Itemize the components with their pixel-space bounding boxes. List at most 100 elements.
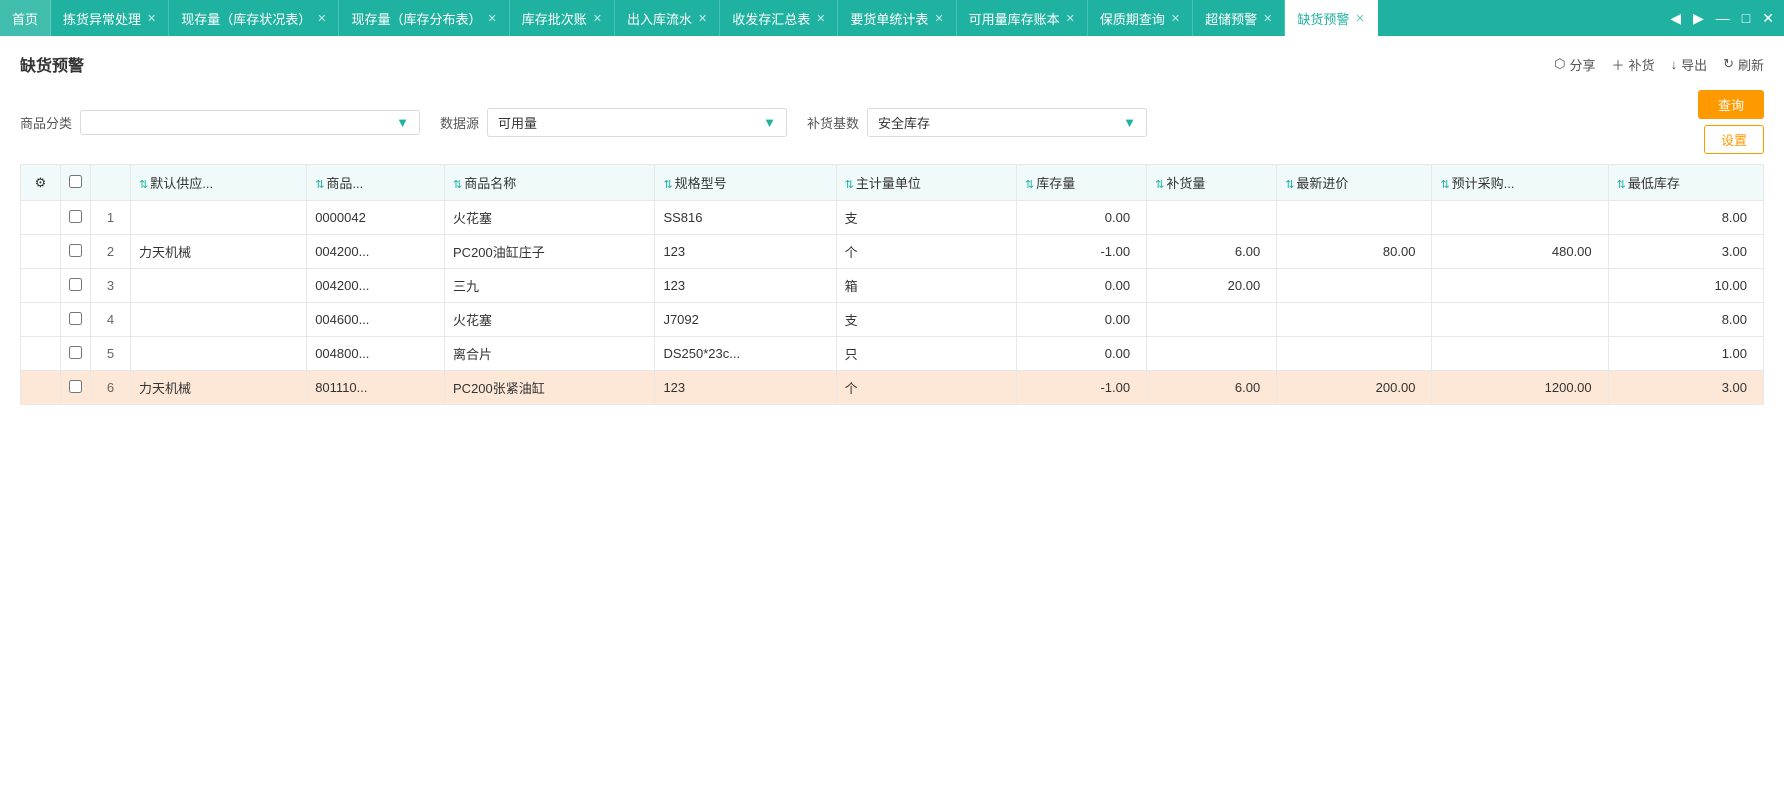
datasource-filter-group: 数据源 可用量 ▼: [440, 108, 787, 137]
close-window-button[interactable]: ✕: [1756, 8, 1780, 29]
row-cb-4[interactable]: [69, 346, 82, 359]
tab-stock-dist[interactable]: 现存量（库存分布表） ✕: [339, 0, 509, 36]
row-name-0: 火花塞: [445, 201, 655, 235]
minimize-button[interactable]: —: [1710, 8, 1736, 28]
th-code: ⇅商品...: [307, 165, 445, 201]
table-row: 4004600...火花塞J7092支0.008.00: [21, 303, 1764, 337]
spec-sort-icon: ⇅: [663, 179, 672, 191]
row-checkbox-4[interactable]: [61, 337, 91, 371]
tab-collect[interactable]: 收发存汇总表 ✕: [720, 0, 838, 36]
datasource-select[interactable]: 可用量 ▼: [487, 108, 787, 137]
row-checkbox-2[interactable]: [61, 269, 91, 303]
tab-shortage[interactable]: 缺货预警 ✕: [1285, 0, 1377, 36]
basis-select[interactable]: 安全库存 ▼: [867, 108, 1147, 137]
replenish-sort-icon: ⇅: [1155, 179, 1164, 191]
close-tab-icon-requisition[interactable]: ✕: [934, 12, 943, 25]
row-spec-2: 123: [655, 269, 836, 303]
row-latest-price-3: [1277, 303, 1432, 337]
row-est-purchase-3: [1432, 303, 1608, 337]
row-est-purchase-1: 480.00: [1432, 235, 1608, 269]
tab-bar: 首页拣货异常处理 ✕现存量（库存状况表） ✕现存量（库存分布表） ✕库存批次账 …: [0, 0, 1784, 36]
basis-dropdown-icon: ▼: [1123, 115, 1136, 130]
category-select[interactable]: ▼: [80, 110, 420, 135]
row-checkbox-3[interactable]: [61, 303, 91, 337]
th-stock: ⇅库存量: [1017, 165, 1147, 201]
tab-prev-button[interactable]: ◀: [1664, 8, 1687, 29]
row-cb-2[interactable]: [69, 278, 82, 291]
tab-nav-buttons: ◀ ▶ — □ ✕: [1660, 8, 1784, 29]
close-tab-icon-overstock[interactable]: ✕: [1263, 12, 1272, 25]
tab-inout[interactable]: 出入库流水 ✕: [615, 0, 720, 36]
row-unit-4: 只: [836, 337, 1016, 371]
close-tab-icon-inout[interactable]: ✕: [698, 12, 707, 25]
settings-button[interactable]: 设置: [1704, 125, 1764, 154]
row-checkbox-1[interactable]: [61, 235, 91, 269]
tab-requisition[interactable]: 要货单统计表 ✕: [838, 0, 956, 36]
basis-select-value: 安全库存: [878, 113, 930, 132]
row-code-4: 004800...: [307, 337, 445, 371]
row-cb-1[interactable]: [69, 244, 82, 257]
category-label: 商品分类: [20, 113, 72, 132]
row-stock-0: 0.00: [1017, 201, 1147, 235]
code-sort-icon: ⇅: [315, 179, 324, 191]
table-row: 10000042火花塞SS816支0.008.00: [21, 201, 1764, 235]
close-tab-icon-stock-status[interactable]: ✕: [317, 12, 326, 25]
row-cb-0[interactable]: [69, 210, 82, 223]
tab-next-button[interactable]: ▶: [1687, 8, 1710, 29]
tab-exception[interactable]: 拣货异常处理 ✕: [51, 0, 169, 36]
table-header: ⚙ ⇅默认供应... ⇅商品... ⇅商品名称 ⇅规格型号: [21, 165, 1764, 201]
replenish-action[interactable]: ＋ 补货: [1612, 55, 1655, 74]
filter-actions: 查询 设置: [1698, 90, 1764, 154]
th-checkbox[interactable]: [61, 165, 91, 201]
export-icon: ↓: [1671, 57, 1678, 72]
row-gear-5: [21, 371, 61, 405]
row-code-5: 801110...: [307, 371, 445, 405]
tab-overstock[interactable]: 超储预警 ✕: [1193, 0, 1285, 36]
tab-home[interactable]: 首页: [0, 0, 51, 36]
row-checkbox-0[interactable]: [61, 201, 91, 235]
share-action[interactable]: ⬡ 分享: [1554, 55, 1595, 74]
th-gear[interactable]: ⚙: [21, 165, 61, 201]
query-button[interactable]: 查询: [1698, 90, 1764, 119]
th-min-stock: ⇅最低库存: [1608, 165, 1763, 201]
th-name: ⇅商品名称: [445, 165, 655, 201]
row-est-purchase-4: [1432, 337, 1608, 371]
row-latest-price-5: 200.00: [1277, 371, 1432, 405]
row-unit-5: 个: [836, 371, 1016, 405]
th-index: [91, 165, 131, 201]
tab-batch[interactable]: 库存批次账 ✕: [510, 0, 615, 36]
tab-available[interactable]: 可用量库存账本 ✕: [957, 0, 1088, 36]
row-supplier-1: 力天机械: [131, 235, 307, 269]
th-supplier: ⇅默认供应...: [131, 165, 307, 201]
refresh-icon: ↻: [1723, 56, 1734, 72]
table-row: 5004800...离合片DS250*23c...只0.001.00: [21, 337, 1764, 371]
row-stock-5: -1.00: [1017, 371, 1147, 405]
row-checkbox-5[interactable]: [61, 371, 91, 405]
close-tab-icon-exception[interactable]: ✕: [147, 12, 156, 25]
close-tab-icon-shortage[interactable]: ✕: [1355, 12, 1364, 25]
close-tab-icon-expiry[interactable]: ✕: [1171, 12, 1180, 25]
close-tab-icon-available[interactable]: ✕: [1066, 12, 1075, 25]
close-tab-icon-batch[interactable]: ✕: [593, 12, 602, 25]
row-name-4: 离合片: [445, 337, 655, 371]
row-est-purchase-0: [1432, 201, 1608, 235]
row-cb-3[interactable]: [69, 312, 82, 325]
table-body: 10000042火花塞SS816支0.008.002力天机械004200...P…: [21, 201, 1764, 405]
export-action[interactable]: ↓ 导出: [1671, 55, 1708, 74]
refresh-action[interactable]: ↻ 刷新: [1723, 55, 1764, 74]
tab-expiry[interactable]: 保质期查询 ✕: [1088, 0, 1193, 36]
close-tab-icon-stock-dist[interactable]: ✕: [488, 12, 497, 25]
row-replenish-4: [1147, 337, 1277, 371]
row-unit-2: 箱: [836, 269, 1016, 303]
export-label: 导出: [1681, 55, 1707, 74]
share-icon: ⬡: [1554, 56, 1565, 72]
row-gear-1: [21, 235, 61, 269]
name-sort-icon: ⇅: [453, 179, 462, 191]
est-purchase-sort-icon: ⇅: [1440, 179, 1449, 191]
maximize-button[interactable]: □: [1736, 8, 1756, 28]
share-label: 分享: [1570, 55, 1596, 74]
select-all-checkbox[interactable]: [69, 175, 82, 188]
tab-stock-status[interactable]: 现存量（库存状况表） ✕: [169, 0, 339, 36]
row-cb-5[interactable]: [69, 380, 82, 393]
close-tab-icon-collect[interactable]: ✕: [816, 12, 825, 25]
